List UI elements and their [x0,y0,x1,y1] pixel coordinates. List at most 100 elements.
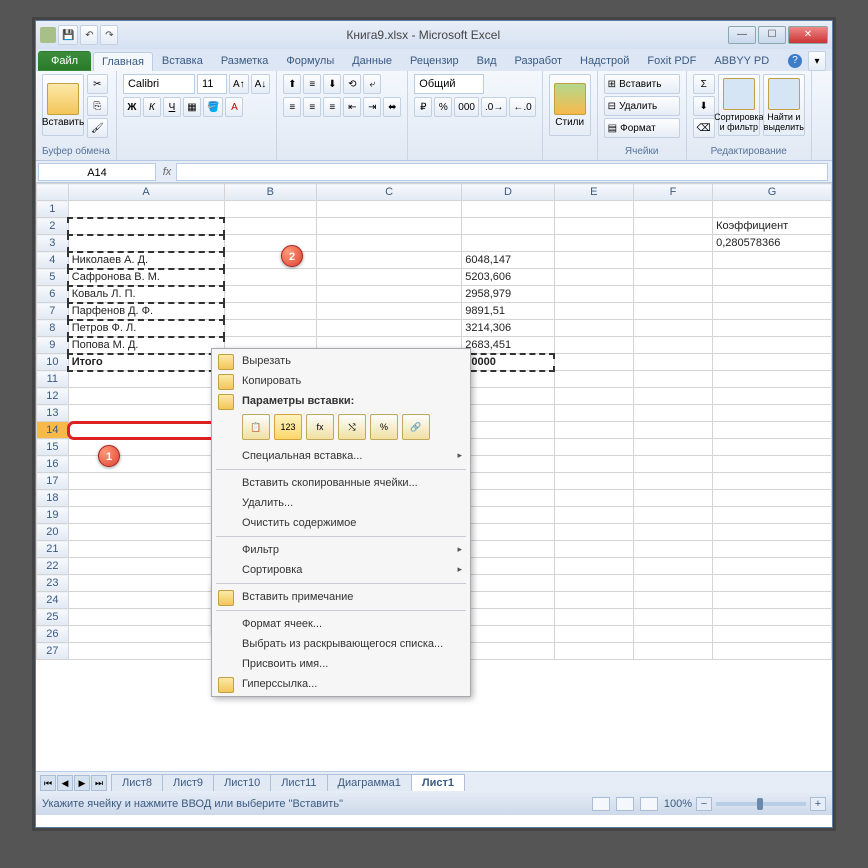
row-header[interactable]: 22 [37,558,69,575]
row-header[interactable]: 13 [37,405,69,422]
format-painter-button[interactable]: 🖌 [87,118,108,138]
row-header[interactable]: 25 [37,609,69,626]
row-header[interactable]: 24 [37,592,69,609]
minimize-button[interactable]: — [728,26,756,44]
paste-formulas-button[interactable]: fx [306,414,334,440]
increase-indent-button[interactable]: ⇥ [363,97,381,117]
row-header[interactable]: 19 [37,507,69,524]
sheet-nav-prev[interactable]: ◀ [57,775,73,791]
cell[interactable]: Итого [68,354,224,371]
col-header[interactable]: E [554,184,633,201]
ribbon-minimize-button[interactable]: ▾ [808,51,826,71]
menu-copy[interactable]: Копировать [214,371,468,391]
paste-transpose-button[interactable]: ⤭ [338,414,366,440]
menu-insert-copied[interactable]: Вставить скопированные ячейки... [214,473,468,493]
row-header[interactable]: 7 [37,303,69,320]
row-header[interactable]: 20 [37,524,69,541]
row-header[interactable]: 14 [37,422,69,439]
qat-undo-button[interactable]: ↶ [80,25,98,45]
sheet-tab[interactable]: Лист11 [270,774,327,791]
close-button[interactable]: ✕ [788,26,828,44]
zoom-slider[interactable] [716,802,806,806]
fill-color-button[interactable]: 🪣 [203,97,223,117]
sheet-nav-next[interactable]: ▶ [74,775,90,791]
menu-comment[interactable]: Вставить примечание [214,587,468,607]
cell[interactable]: 2958,979 [462,286,554,303]
increase-decimal-button[interactable]: .0→ [481,97,507,117]
sheet-tab[interactable]: Лист8 [111,774,163,791]
currency-button[interactable]: ₽ [414,97,432,117]
decrease-indent-button[interactable]: ⇤ [343,97,361,117]
fx-icon[interactable]: fx [158,166,176,178]
cell[interactable]: 6048,147 [462,252,554,269]
row-header[interactable]: 15 [37,439,69,456]
col-header[interactable]: G [713,184,832,201]
font-name-select[interactable] [123,74,195,94]
border-button[interactable]: ▦ [183,97,201,117]
orientation-button[interactable]: ⟲ [343,74,361,94]
sheet-tab[interactable]: Лист10 [213,774,271,791]
cell[interactable]: ной платы, [316,235,461,252]
font-color-button[interactable]: A [225,97,243,117]
tab-foxit[interactable]: Foxit PDF [638,51,705,71]
comma-button[interactable]: 000 [454,97,479,117]
wrap-text-button[interactable]: ⤶ [363,74,381,94]
cell[interactable]: Имя [68,235,224,252]
tab-addins[interactable]: Надстрой [571,51,638,71]
paste-all-button[interactable]: 📋 [242,414,270,440]
styles-button[interactable]: Стили [549,74,591,136]
paste-formatting-button[interactable]: % [370,414,398,440]
sheet-tab[interactable]: Лист9 [162,774,214,791]
col-header[interactable]: C [316,184,461,201]
bold-button[interactable]: Ж [123,97,141,117]
merge-button[interactable]: ⬌ [383,97,401,117]
align-left-button[interactable]: ≡ [283,97,301,117]
shrink-font-button[interactable]: A↓ [251,74,271,94]
paste-button[interactable]: Вставить [42,74,84,136]
number-format-select[interactable] [414,74,484,94]
col-header[interactable]: A [68,184,224,201]
sheet-tab[interactable]: Диаграмма1 [327,774,412,791]
tab-review[interactable]: Рецензир [401,51,468,71]
maximize-button[interactable]: ☐ [758,26,786,44]
menu-dropdown-list[interactable]: Выбрать из раскрывающегося списка... [214,634,468,654]
tab-formulas[interactable]: Формулы [277,51,343,71]
row-header[interactable]: 3 [37,235,69,252]
row-header[interactable]: 9 [37,337,69,354]
qat-save-button[interactable]: 💾 [58,25,78,45]
cell[interactable]: Николаев А. Д. [68,252,224,269]
tab-view[interactable]: Вид [468,51,506,71]
cells-format-button[interactable]: ▤ Формат [604,118,680,138]
row-header[interactable]: 21 [37,541,69,558]
cell[interactable]: 2683,451 [462,337,554,354]
row-header[interactable]: 10 [37,354,69,371]
worksheet-grid[interactable]: A B C D E F G 1 2Коэффициент 3Имяной пла… [36,183,832,771]
tab-file[interactable]: Файл [38,51,91,71]
sheet-tab-active[interactable]: Лист1 [411,774,465,791]
fill-button[interactable]: ⬇ [693,96,715,116]
autosum-button[interactable]: Σ [693,74,715,94]
cell[interactable]: 5203,606 [462,269,554,286]
tab-home[interactable]: Главная [93,52,153,71]
decrease-decimal-button[interactable]: ←.0 [509,97,535,117]
align-middle-button[interactable]: ≡ [303,74,321,94]
row-header[interactable]: 1 [37,201,69,218]
sheet-nav-first[interactable]: ⏮ [40,775,56,791]
row-header[interactable]: 5 [37,269,69,286]
cell[interactable]: Парфенов Д. Ф. [68,303,224,320]
zoom-out-button[interactable]: − [696,797,712,811]
col-header[interactable]: F [633,184,712,201]
align-bottom-button[interactable]: ⬇ [323,74,341,94]
col-header[interactable]: D [462,184,554,201]
cells-delete-button[interactable]: ⊟ Удалить [604,96,680,116]
active-cell[interactable] [68,422,224,439]
name-box[interactable]: A14 [38,163,156,181]
percent-button[interactable]: % [434,97,452,117]
align-right-button[interactable]: ≡ [323,97,341,117]
menu-delete[interactable]: Удалить... [214,493,468,513]
select-all-corner[interactable] [37,184,69,201]
paste-link-button[interactable]: 🔗 [402,414,430,440]
grow-font-button[interactable]: A↑ [229,74,249,94]
tab-developer[interactable]: Разработ [506,51,571,71]
font-size-select[interactable] [197,74,227,94]
